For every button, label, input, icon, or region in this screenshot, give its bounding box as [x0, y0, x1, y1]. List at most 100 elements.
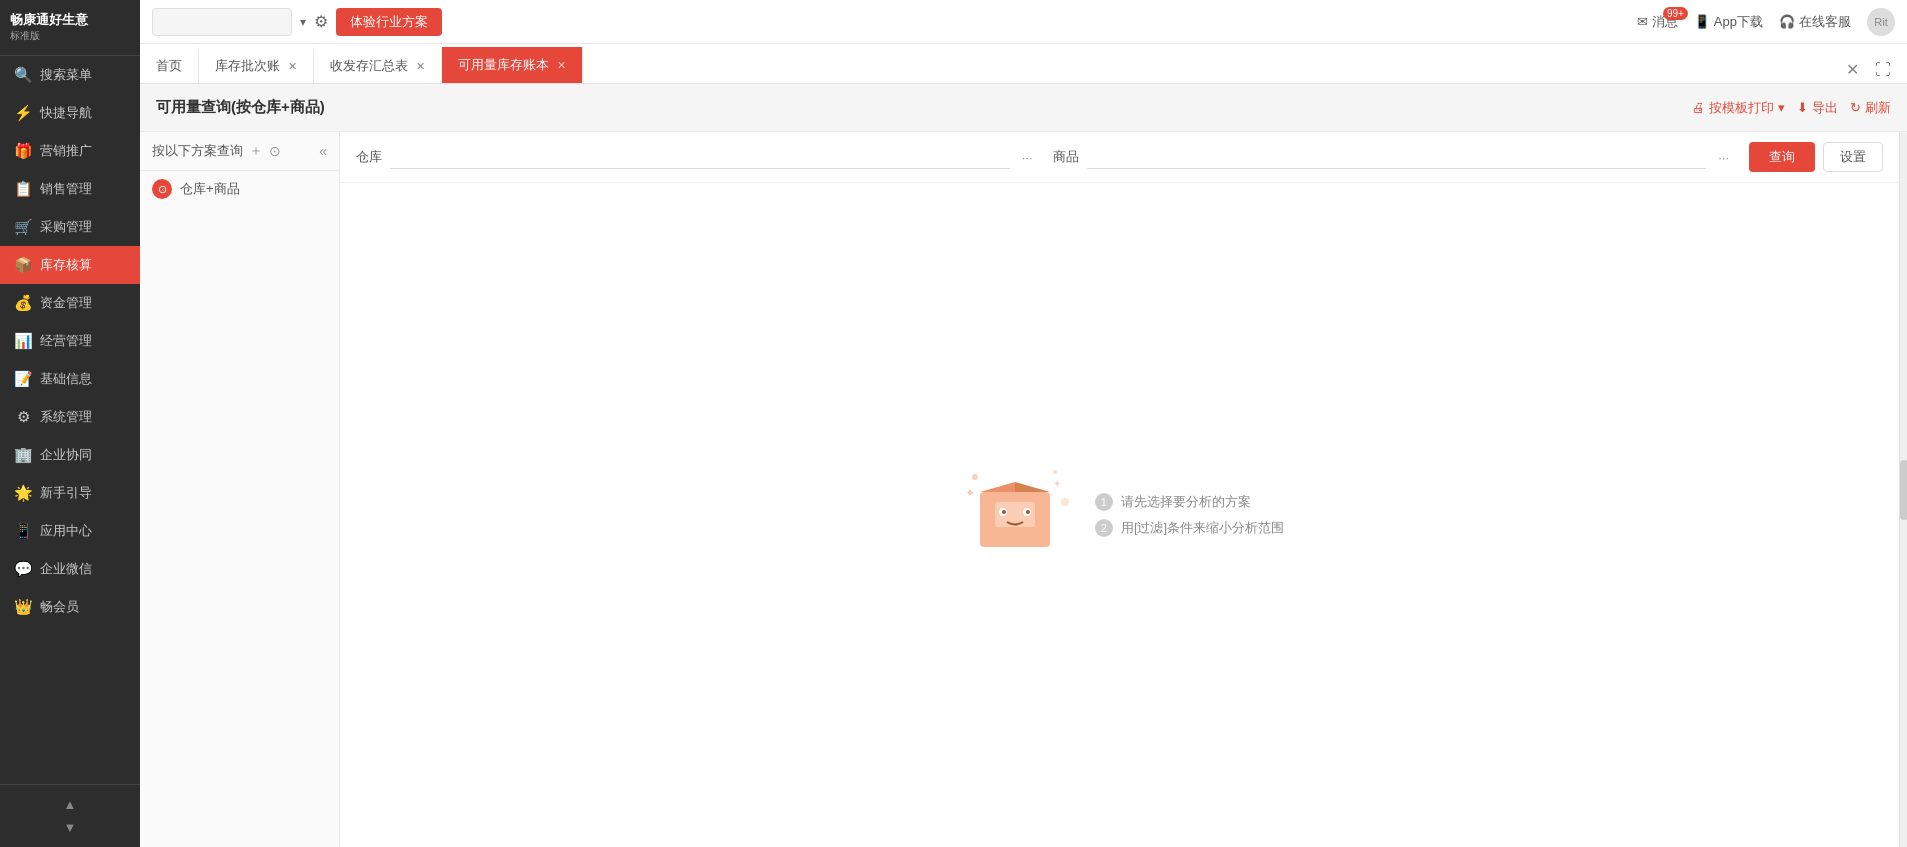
sidebar-label-finance: 资金管理 — [40, 294, 92, 312]
filter-panel-header: 按以下方案查询 ＋ ⊙ « — [140, 132, 339, 171]
sidebar-item-operation[interactable]: 📊 经营管理 — [0, 322, 140, 360]
sidebar-item-shortcut[interactable]: ⚡快捷导航 — [0, 94, 140, 132]
print-template-button[interactable]: 🖨 按模板打印 ▾ — [1692, 99, 1785, 117]
app-label: App下载 — [1714, 13, 1763, 31]
avatar: Rit — [1867, 8, 1895, 36]
tip-num-2: 2 — [1095, 519, 1113, 537]
sidebar-scroll-up[interactable]: ▲ — [0, 793, 140, 816]
export-button[interactable]: ⬇ 导出 — [1797, 99, 1838, 117]
sidebar-item-marketing[interactable]: 🎁 营销推广 — [0, 132, 140, 170]
sidebar-icon-inventory: 📦 — [14, 256, 32, 274]
sidebar-nav: 🔍搜索菜单⚡快捷导航 🎁 营销推广 📋销售管理 🛒 采购管理 📦库存核算💰资金管理 📊 经营管理… — [0, 56, 140, 784]
svg-marker-1 — [980, 482, 1015, 492]
tab-close-summary[interactable]: ✕ — [416, 60, 425, 73]
goods-field: 商品 ··· — [1053, 145, 1734, 169]
tab-batch[interactable]: 库存批次账✕ — [199, 47, 314, 83]
print-icon: 🖨 — [1692, 100, 1705, 115]
sidebar-label-basic: 基础信息 — [40, 370, 92, 388]
topbar-dropdown-icon[interactable]: ▾ — [300, 15, 306, 29]
sidebar-label-appcenter: 应用中心 — [40, 522, 92, 540]
svg-point-8 — [972, 474, 978, 480]
filter-panel: 按以下方案查询 ＋ ⊙ « ⊙ 仓库+商品 — [140, 132, 340, 847]
goods-input[interactable] — [1087, 145, 1707, 169]
sidebar-icon-search: 🔍 — [14, 66, 32, 84]
settings-button[interactable]: 设置 — [1823, 142, 1883, 172]
topbar-message[interactable]: ✉ 消息 99+ — [1637, 13, 1678, 31]
goods-more-btn[interactable]: ··· — [1714, 150, 1733, 165]
topbar: ▾ ⚙ 体验行业方案 ✉ 消息 99+ 📱 App下载 🎧 在线客服 Rit — [140, 0, 1907, 44]
topbar-search-box[interactable] — [152, 8, 292, 36]
sidebar-icon-purchase: 🛒 — [14, 218, 32, 236]
tab-close-available[interactable]: ✕ — [557, 59, 566, 72]
svg-marker-2 — [1015, 482, 1050, 492]
sidebar-icon-sales: 📋 — [14, 180, 32, 198]
app-icon: 📱 — [1694, 14, 1710, 29]
avatar-text: Rit — [1874, 16, 1887, 28]
warehouse-more-btn[interactable]: ··· — [1018, 150, 1037, 165]
sidebar-item-basic[interactable]: 📝 基础信息 — [0, 360, 140, 398]
sidebar-label-purchase: 采购管理 — [40, 218, 92, 236]
sidebar-item-enterprise[interactable]: 🏢 企业协同 — [0, 436, 140, 474]
sidebar-label-wechat: 企业微信 — [40, 560, 92, 578]
svg-point-6 — [1002, 510, 1006, 514]
sidebar-item-search[interactable]: 🔍搜索菜单 — [0, 56, 140, 94]
tab-expand-button[interactable]: ⛶ — [1867, 57, 1899, 83]
industry-solution-button[interactable]: 体验行业方案 — [336, 8, 442, 36]
right-scrollbar[interactable] — [1899, 132, 1907, 847]
sidebar-item-sales[interactable]: 📋销售管理 — [0, 170, 140, 208]
sidebar-item-system[interactable]: ⚙系统管理 — [0, 398, 140, 436]
warehouse-input[interactable] — [390, 145, 1010, 169]
sidebar-label-operation: 经营管理 — [40, 332, 92, 350]
sidebar-label-enterprise: 企业协同 — [40, 446, 92, 464]
sidebar-icon-marketing: 🎁 — [14, 142, 32, 160]
topbar-search-input[interactable] — [161, 15, 283, 29]
sidebar-icon-enterprise: 🏢 — [14, 446, 32, 464]
topbar-user[interactable]: Rit — [1867, 8, 1895, 36]
tabbar: 首页库存批次账✕收发存汇总表✕可用量库存账本✕ ✕ ⛶ — [140, 44, 1907, 84]
svg-point-9 — [1053, 470, 1057, 474]
export-icon: ⬇ — [1797, 100, 1808, 115]
sidebar-item-member[interactable]: 👑畅会员 — [0, 588, 140, 626]
filter-settings-icon[interactable]: ⊙ — [269, 143, 281, 159]
filter-collapse-icon[interactable]: « — [319, 143, 327, 159]
tab-home[interactable]: 首页 — [140, 47, 199, 83]
tip-text-2: 用[过滤]条件来缩小分析范围 — [1121, 519, 1284, 537]
filter-item-label: 仓库+商品 — [180, 180, 240, 198]
query-right-actions: 查询 设置 — [1749, 142, 1883, 172]
refresh-button[interactable]: ↻ 刷新 — [1850, 99, 1891, 117]
goods-label: 商品 — [1053, 148, 1079, 166]
message-badge: 99+ — [1663, 7, 1688, 20]
right-scrollbar-thumb[interactable] — [1900, 460, 1907, 520]
topbar-online-service[interactable]: 🎧 在线客服 — [1779, 13, 1851, 31]
export-label: 导出 — [1812, 99, 1838, 117]
tab-close-all-button[interactable]: ✕ — [1838, 56, 1867, 83]
main-content: 仓库 ··· 商品 ··· 查询 设置 — [340, 132, 1899, 847]
tab-available[interactable]: 可用量库存账本✕ — [442, 47, 583, 83]
tab-close-batch[interactable]: ✕ — [288, 60, 297, 73]
page-title: 可用量查询(按仓库+商品) — [156, 98, 1692, 117]
sidebar-icon-operation: 📊 — [14, 332, 32, 350]
sidebar-scroll-down[interactable]: ▼ — [0, 816, 140, 839]
sidebar-item-finance[interactable]: 💰资金管理 — [0, 284, 140, 322]
empty-state: ✦ ✦ 1 请先选择要分析的方案 2 用[过滤]条件来缩小分析范围 — [340, 183, 1899, 847]
sidebar-icon-basic: 📝 — [14, 370, 32, 388]
sidebar-item-appcenter[interactable]: 📱应用中心 — [0, 512, 140, 550]
content-area: 按以下方案查询 ＋ ⊙ « ⊙ 仓库+商品 仓库 ··· 商品 — [140, 132, 1907, 847]
filter-add-icon[interactable]: ＋ — [249, 142, 263, 160]
refresh-icon: ↻ — [1850, 100, 1861, 115]
sidebar-icon-system: ⚙ — [14, 408, 32, 426]
sidebar-item-purchase[interactable]: 🛒 采购管理 — [0, 208, 140, 246]
topbar-gear-icon[interactable]: ⚙ — [314, 12, 328, 31]
sidebar-item-newbie[interactable]: 🌟新手引导 — [0, 474, 140, 512]
topbar-app-download[interactable]: 📱 App下载 — [1694, 13, 1763, 31]
sidebar-item-wechat[interactable]: 💬企业微信 — [0, 550, 140, 588]
filter-warehouse-goods-item[interactable]: ⊙ 仓库+商品 — [140, 171, 339, 207]
warehouse-field: 仓库 ··· — [356, 145, 1037, 169]
query-button[interactable]: 查询 — [1749, 142, 1815, 172]
sidebar-icon-newbie: 🌟 — [14, 484, 32, 502]
sidebar-item-inventory[interactable]: 📦库存核算 — [0, 246, 140, 284]
tip-text-1: 请先选择要分析的方案 — [1121, 493, 1251, 511]
tab-summary[interactable]: 收发存汇总表✕ — [314, 47, 442, 83]
print-dropdown-icon[interactable]: ▾ — [1778, 100, 1785, 115]
sidebar-label-marketing: 营销推广 — [40, 142, 92, 160]
